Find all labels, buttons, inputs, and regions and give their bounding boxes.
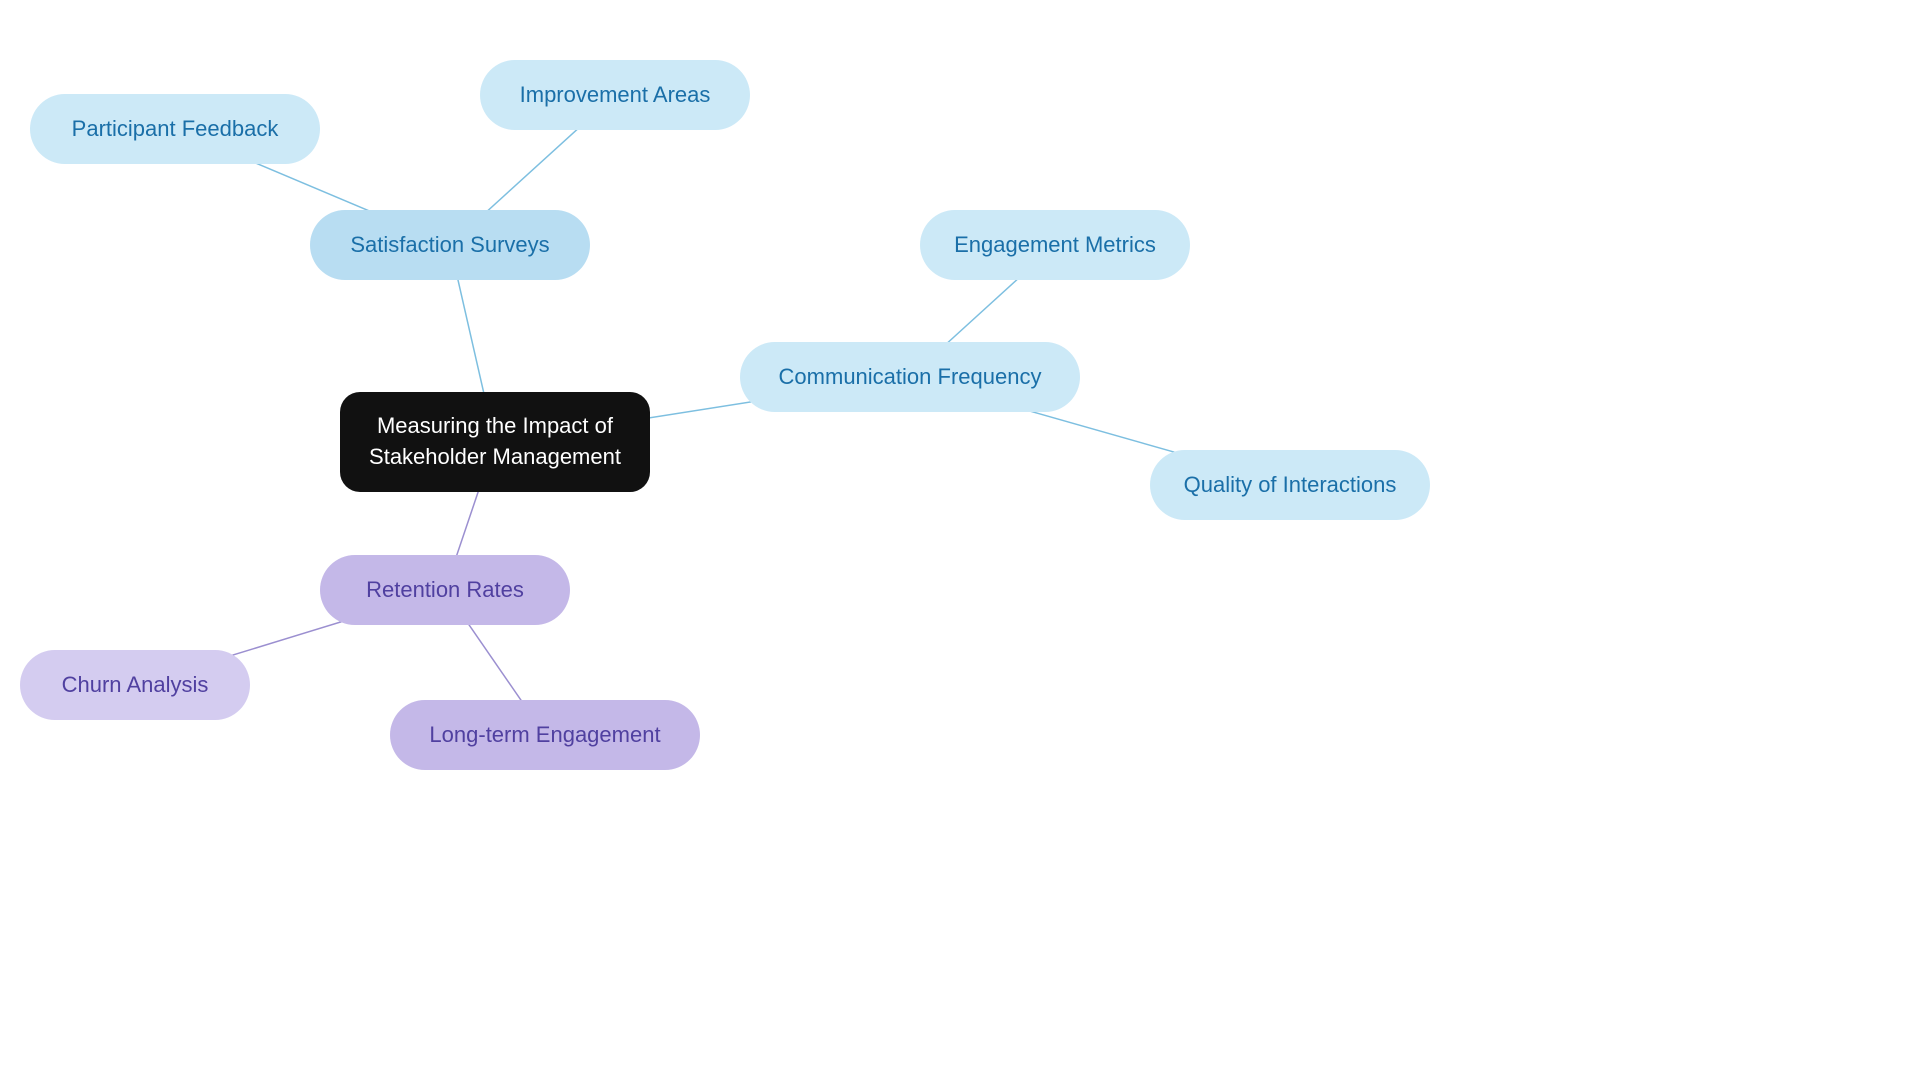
satisfaction-surveys-label: Satisfaction Surveys (350, 232, 549, 258)
participant-feedback-label: Participant Feedback (72, 116, 279, 142)
engagement-metrics-label: Engagement Metrics (954, 232, 1156, 258)
satisfaction-surveys-node[interactable]: Satisfaction Surveys (310, 210, 590, 280)
improvement-areas-label: Improvement Areas (520, 82, 711, 108)
retention-rates-node[interactable]: Retention Rates (320, 555, 570, 625)
quality-interactions-label: Quality of Interactions (1184, 472, 1397, 498)
churn-analysis-label: Churn Analysis (62, 672, 209, 698)
long-term-engagement-node[interactable]: Long-term Engagement (390, 700, 700, 770)
participant-feedback-node[interactable]: Participant Feedback (30, 94, 320, 164)
central-label: Measuring the Impact of Stakeholder Mana… (369, 411, 621, 473)
engagement-metrics-node[interactable]: Engagement Metrics (920, 210, 1190, 280)
quality-interactions-node[interactable]: Quality of Interactions (1150, 450, 1430, 520)
retention-rates-label: Retention Rates (366, 577, 524, 603)
central-node[interactable]: Measuring the Impact of Stakeholder Mana… (340, 392, 650, 492)
long-term-engagement-label: Long-term Engagement (429, 722, 660, 748)
communication-frequency-label: Communication Frequency (779, 364, 1042, 390)
improvement-areas-node[interactable]: Improvement Areas (480, 60, 750, 130)
communication-frequency-node[interactable]: Communication Frequency (740, 342, 1080, 412)
churn-analysis-node[interactable]: Churn Analysis (20, 650, 250, 720)
